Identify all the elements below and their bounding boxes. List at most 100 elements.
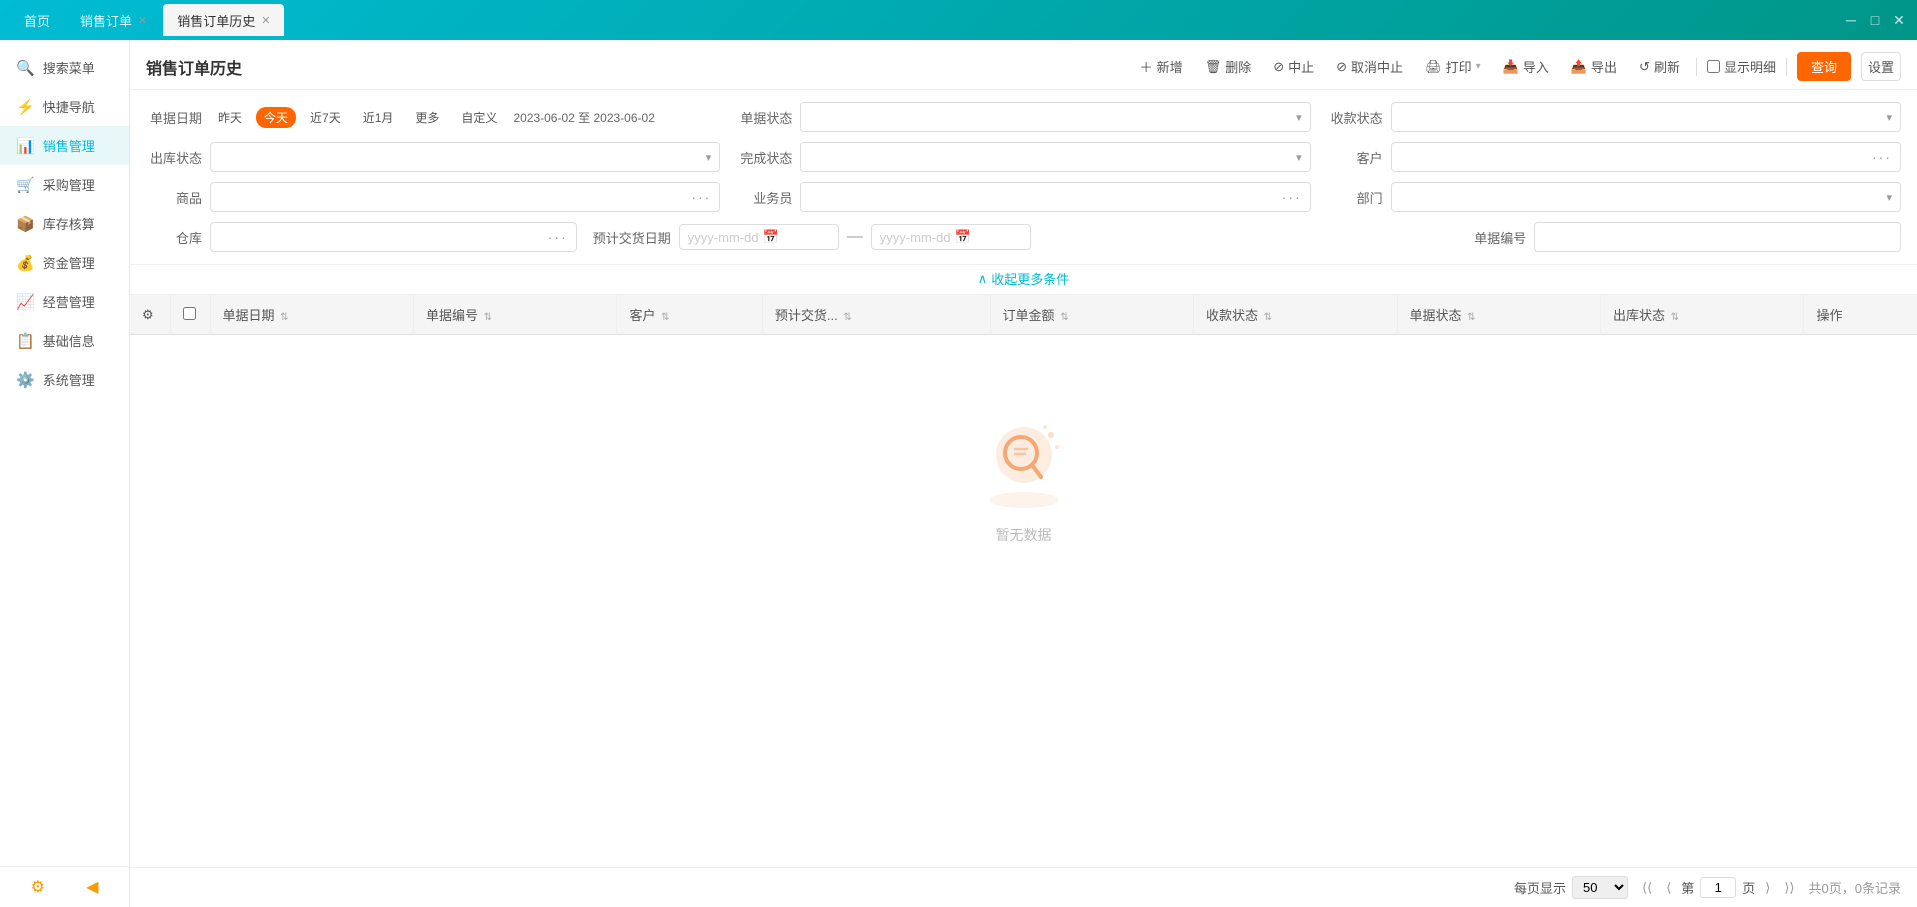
- th-payment[interactable]: 收款状态 ⇅: [1194, 295, 1397, 335]
- warehouse-input[interactable]: ···: [210, 222, 577, 252]
- last-page-button[interactable]: ⟩⟩: [1780, 878, 1798, 898]
- th-amount-label: 订单金额: [1003, 308, 1055, 323]
- filter-row-1: 单据日期 昨天 今天 近7天 近1月 更多 自定义 2023-06-02 至 2…: [146, 102, 1901, 132]
- filter-department-item: 部门 ▾: [1327, 182, 1901, 212]
- sidebar-settings-button[interactable]: ⚙: [31, 877, 45, 897]
- sales-rep-input[interactable]: ···: [800, 182, 1310, 212]
- date-tag-1month[interactable]: 近1月: [355, 107, 402, 128]
- order-status-select[interactable]: ▾: [800, 102, 1310, 132]
- product-input[interactable]: ···: [210, 182, 720, 212]
- customer-input[interactable]: ···: [1391, 142, 1901, 172]
- refresh-button[interactable]: ↺ 刷新: [1633, 53, 1686, 80]
- sidebar-item-search-menu[interactable]: 🔍 搜索菜单: [0, 48, 129, 87]
- sidebar: 🔍 搜索菜单 ⚡ 快捷导航 📊 销售管理 🛒 采购管理 📦 库存核算 💰 资金管…: [0, 40, 130, 907]
- cancel-stop-button[interactable]: ⊘ 取消中止: [1330, 53, 1409, 80]
- sidebar-item-quick-nav[interactable]: ⚡ 快捷导航: [0, 87, 129, 126]
- sidebar-collapse-button[interactable]: ◀: [86, 877, 98, 897]
- close-window-button[interactable]: ✕: [1891, 12, 1907, 28]
- sidebar-item-inventory[interactable]: 📦 库存核算: [0, 204, 129, 243]
- th-delivery[interactable]: 预计交货... ⇅: [762, 295, 990, 335]
- minimize-button[interactable]: ─: [1843, 12, 1859, 28]
- date-tag-yesterday[interactable]: 昨天: [210, 107, 250, 128]
- date-tag-custom[interactable]: 自定义: [453, 107, 505, 128]
- settings-button[interactable]: 设置: [1861, 52, 1901, 81]
- import-button[interactable]: 📥 导入: [1497, 53, 1555, 80]
- sidebar-item-basic-info[interactable]: 📋 基础信息: [0, 321, 129, 360]
- refresh-icon: ↺: [1639, 59, 1650, 75]
- next-page-button[interactable]: ⟩: [1761, 878, 1774, 898]
- sidebar-item-finance[interactable]: 💰 资金管理: [0, 243, 129, 282]
- th-settings[interactable]: ⚙: [130, 295, 170, 335]
- tab-close-2[interactable]: ✕: [261, 14, 270, 27]
- cancel-stop-label: 取消中止: [1351, 57, 1403, 76]
- order-number-input[interactable]: [1534, 222, 1901, 252]
- sidebar-item-operations[interactable]: 📈 经营管理: [0, 282, 129, 321]
- maximize-button[interactable]: □: [1867, 12, 1883, 28]
- page-label: 第: [1681, 878, 1694, 897]
- new-label: 新增: [1157, 57, 1183, 76]
- th-customer[interactable]: 客户 ⇅: [617, 295, 762, 335]
- th-date[interactable]: 单据日期 ⇅: [210, 295, 413, 335]
- filter-order-status-item: 单据状态 ▾: [736, 102, 1310, 132]
- prev-page-button[interactable]: ⟨: [1662, 878, 1675, 898]
- sort-outbound-icon: ⇅: [1671, 312, 1679, 323]
- date-tag-7days[interactable]: 近7天: [302, 107, 349, 128]
- print-label: 打印: [1446, 57, 1472, 76]
- payment-status-select[interactable]: ▾: [1391, 102, 1901, 132]
- department-select[interactable]: ▾: [1391, 182, 1901, 212]
- delivery-date-label: 预计交货日期: [593, 228, 671, 247]
- show-details-text: 显示明细: [1724, 57, 1776, 76]
- filter-row-4: 仓库 ··· 预计交货日期 yyyy-mm-dd 📅 — yyyy-mm-dd: [146, 222, 1901, 252]
- cancel-stop-icon: ⊘: [1336, 59, 1347, 75]
- date-tag-more[interactable]: 更多: [407, 107, 447, 128]
- filter-date-item: 单据日期 昨天 今天 近7天 近1月 更多 自定义 2023-06-02 至 2…: [146, 107, 720, 128]
- sidebar-label-inventory: 库存核算: [43, 214, 95, 233]
- tab-bar: 首页销售订单✕销售订单历史✕: [10, 4, 1843, 36]
- sidebar-icon-purchase: 🛒: [16, 176, 35, 194]
- page-input[interactable]: [1700, 877, 1736, 898]
- show-details-checkbox[interactable]: [1707, 60, 1720, 73]
- th-checkbox[interactable]: [170, 295, 210, 335]
- show-details-label[interactable]: 显示明细: [1707, 57, 1776, 76]
- th-number[interactable]: 单据编号 ⇅: [413, 295, 616, 335]
- new-button[interactable]: ＋ 新增: [1134, 53, 1189, 80]
- stop-button[interactable]: ⊘ 中止: [1267, 53, 1320, 80]
- th-order-status-label: 单据状态: [1410, 308, 1462, 323]
- sidebar-label-finance: 资金管理: [43, 253, 95, 272]
- sidebar-icon-finance: 💰: [16, 254, 35, 272]
- delivery-date-from[interactable]: yyyy-mm-dd 📅: [679, 224, 839, 250]
- date-tag-today[interactable]: 今天: [256, 107, 296, 128]
- warehouse-label: 仓库: [146, 228, 202, 247]
- sidebar-label-sales: 销售管理: [43, 136, 95, 155]
- per-page-select[interactable]: 50 100 200: [1572, 876, 1628, 899]
- tab-2[interactable]: 销售订单历史✕: [163, 4, 284, 36]
- delivery-date-to-value: yyyy-mm-dd: [880, 230, 951, 245]
- settings-gear-icon[interactable]: ⚙: [142, 307, 154, 322]
- order-status-arrow-icon: ▾: [1296, 111, 1302, 124]
- sidebar-item-system[interactable]: ⚙️ 系统管理: [0, 360, 129, 399]
- delete-button[interactable]: 🗑 删除: [1199, 53, 1258, 80]
- collapse-bar[interactable]: ∧ 收起更多条件: [130, 265, 1917, 295]
- table-header-row: ⚙ 单据日期 ⇅ 单据编号 ⇅: [130, 295, 1917, 335]
- th-order-status[interactable]: 单据状态 ⇅: [1397, 295, 1600, 335]
- th-amount[interactable]: 订单金额 ⇅: [990, 295, 1193, 335]
- window-controls: ─ □ ✕: [1843, 12, 1907, 28]
- data-table: ⚙ 单据日期 ⇅ 单据编号 ⇅: [130, 295, 1917, 625]
- export-button[interactable]: 📤 导出: [1565, 53, 1623, 80]
- tab-1[interactable]: 销售订单✕: [66, 4, 161, 36]
- th-outbound[interactable]: 出库状态 ⇅: [1601, 295, 1804, 335]
- tab-close-1[interactable]: ✕: [138, 14, 147, 27]
- empty-text: 暂无数据: [996, 525, 1052, 545]
- order-number-label: 单据编号: [1470, 228, 1526, 247]
- print-button[interactable]: 🖨 打印 ▾: [1419, 53, 1487, 80]
- filter-row-3: 商品 ··· 业务员 ··· 部门: [146, 182, 1901, 212]
- select-all-checkbox[interactable]: [183, 307, 196, 320]
- sidebar-item-sales[interactable]: 📊 销售管理: [0, 126, 129, 165]
- sidebar-item-purchase[interactable]: 🛒 采购管理: [0, 165, 129, 204]
- query-button[interactable]: 查询: [1797, 52, 1851, 81]
- first-page-button[interactable]: ⟨⟨: [1638, 878, 1656, 898]
- tab-0[interactable]: 首页: [10, 4, 64, 36]
- delivery-date-to[interactable]: yyyy-mm-dd 📅: [871, 224, 1031, 250]
- completion-status-select[interactable]: ▾: [800, 142, 1310, 172]
- outbound-status-select[interactable]: ▾: [210, 142, 720, 172]
